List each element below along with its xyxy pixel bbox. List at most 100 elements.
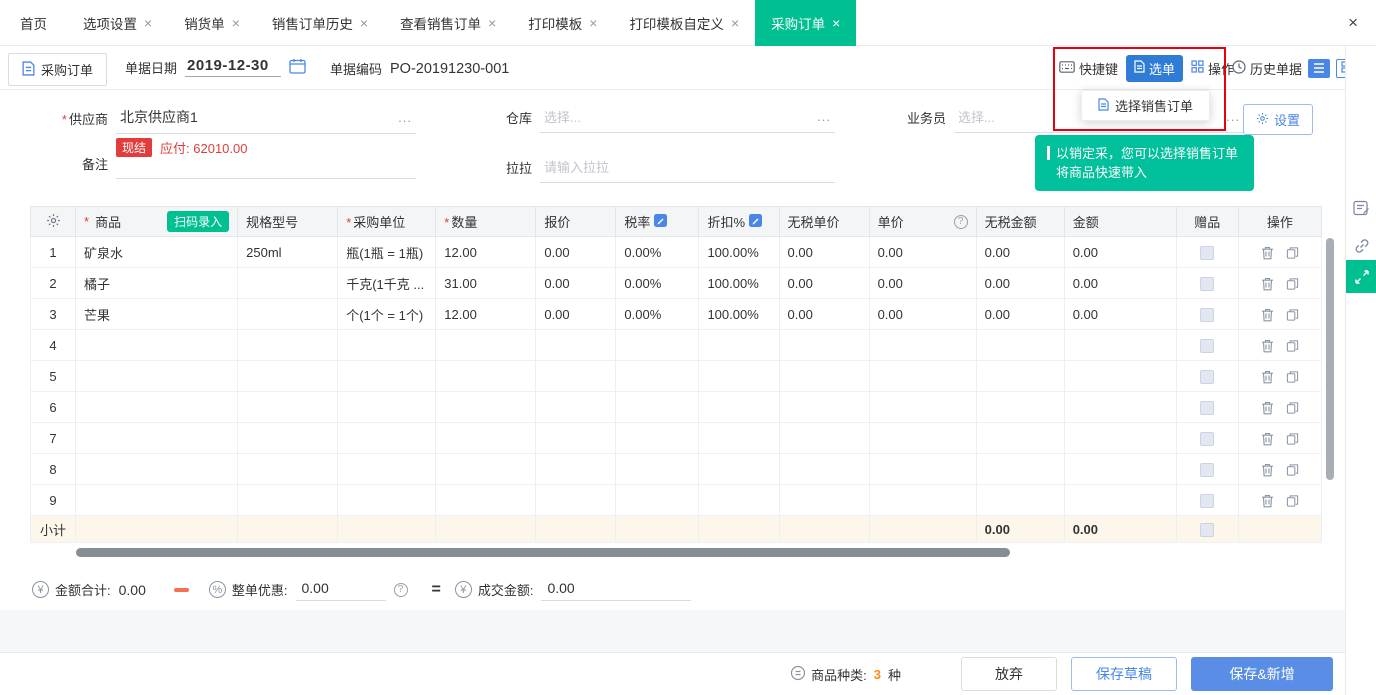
cell-spec[interactable] <box>237 391 339 423</box>
cell-discount[interactable] <box>698 484 780 516</box>
cell-spec[interactable] <box>237 484 339 516</box>
cell-tax[interactable] <box>615 453 700 485</box>
cell-spec[interactable] <box>237 267 339 299</box>
cell-quote[interactable] <box>535 453 617 485</box>
supplier-more-button[interactable]: ... <box>398 110 412 125</box>
cell-tax[interactable]: 0.00% <box>615 267 700 299</box>
vertical-scrollbar[interactable] <box>1326 238 1334 480</box>
remark-field[interactable] <box>116 169 416 179</box>
cell-price[interactable] <box>868 484 977 516</box>
copy-row-icon[interactable] <box>1286 432 1299 446</box>
scan-entry-button[interactable]: 扫码录入 <box>167 211 230 232</box>
shortcut-keys-button[interactable]: 快捷键 <box>1059 59 1118 78</box>
cell-spec[interactable] <box>237 329 339 361</box>
cell-product[interactable]: 矿泉水 <box>75 236 239 268</box>
delete-row-icon[interactable] <box>1261 463 1274 477</box>
cell-price[interactable] <box>868 360 977 392</box>
cell-discount[interactable] <box>698 360 780 392</box>
cell-spec[interactable] <box>237 298 339 330</box>
delete-row-icon[interactable] <box>1261 432 1274 446</box>
cell-qty[interactable]: 12.00 <box>435 236 537 268</box>
pick-order-button[interactable]: 选单 <box>1126 54 1184 82</box>
cell-spec[interactable]: 250ml <box>237 236 339 268</box>
cell-discount[interactable] <box>698 453 780 485</box>
tab-close-icon[interactable]: × <box>232 15 240 31</box>
cell-product[interactable] <box>75 360 239 392</box>
gift-checkbox[interactable] <box>1200 493 1215 508</box>
fullscreen-icon[interactable] <box>1346 260 1376 293</box>
order-discount-input[interactable]: 0.00 <box>295 578 386 601</box>
cell-unit[interactable] <box>337 422 437 454</box>
cell-quote[interactable]: 0.00 <box>535 267 617 299</box>
gift-checkbox[interactable] <box>1200 276 1215 291</box>
warehouse-field[interactable]: 选择... ... <box>540 104 835 133</box>
delete-row-icon[interactable] <box>1261 401 1274 415</box>
cell-tax[interactable]: 0.00% <box>615 298 700 330</box>
cell-unit[interactable] <box>337 453 437 485</box>
cell-price[interactable] <box>868 329 977 361</box>
cell-quote[interactable] <box>535 329 617 361</box>
cell-qty[interactable] <box>435 360 537 392</box>
copy-row-icon[interactable] <box>1286 246 1299 260</box>
column-settings-gear-icon[interactable] <box>29 206 77 237</box>
cell-quote[interactable] <box>535 391 617 423</box>
cell-quote[interactable] <box>535 484 617 516</box>
tab-close-icon[interactable]: × <box>360 15 368 31</box>
copy-row-icon[interactable] <box>1286 401 1299 415</box>
cell-notax-price[interactable] <box>778 453 870 485</box>
cell-tax[interactable] <box>615 484 700 516</box>
cell-notax-price[interactable] <box>778 391 870 423</box>
gift-checkbox[interactable] <box>1200 431 1215 446</box>
cell-qty[interactable]: 12.00 <box>435 298 537 330</box>
cell-unit[interactable]: 千克(1千克 ... <box>337 267 437 299</box>
delete-row-icon[interactable] <box>1261 339 1274 353</box>
batch-edit-icon[interactable] <box>654 213 668 230</box>
tab-打印模板自定义[interactable]: 打印模板自定义 × <box>613 0 755 46</box>
delete-row-icon[interactable] <box>1261 308 1274 322</box>
cell-tax[interactable] <box>615 422 700 454</box>
feedback-icon[interactable] <box>1346 194 1376 222</box>
cell-qty[interactable] <box>435 484 537 516</box>
cell-tax[interactable] <box>615 329 700 361</box>
tab-打印模板[interactable]: 打印模板 × <box>512 0 613 46</box>
cell-product[interactable]: 芒果 <box>75 298 239 330</box>
select-sales-order-menu-item[interactable]: 选择销售订单 <box>1081 90 1210 121</box>
gift-checkbox[interactable] <box>1200 522 1215 537</box>
cell-tax[interactable] <box>615 360 700 392</box>
tab-选项设置[interactable]: 选项设置 × <box>67 0 168 46</box>
cell-qty[interactable] <box>435 329 537 361</box>
cell-unit[interactable]: 个(1个 = 1个) <box>337 298 437 330</box>
save-and-new-button[interactable]: 保存&新增 <box>1191 657 1333 691</box>
gift-checkbox[interactable] <box>1200 338 1215 353</box>
gift-checkbox[interactable] <box>1200 245 1215 260</box>
tab-销售订单历史[interactable]: 销售订单历史 × <box>256 0 384 46</box>
copy-row-icon[interactable] <box>1286 339 1299 353</box>
gift-checkbox[interactable] <box>1200 400 1215 415</box>
cell-tax[interactable] <box>615 391 700 423</box>
delete-row-icon[interactable] <box>1261 370 1274 384</box>
cell-discount[interactable] <box>698 391 780 423</box>
cell-spec[interactable] <box>237 453 339 485</box>
copy-row-icon[interactable] <box>1286 308 1299 322</box>
cell-spec[interactable] <box>237 360 339 392</box>
discard-button[interactable]: 放弃 <box>961 657 1057 691</box>
list-view-toggle[interactable] <box>1308 58 1331 78</box>
copy-row-icon[interactable] <box>1286 277 1299 291</box>
cell-notax-price[interactable] <box>778 360 870 392</box>
tab-close-icon[interactable]: × <box>731 15 739 31</box>
help-question-icon[interactable]: ? <box>393 582 408 597</box>
tab-查看销售订单[interactable]: 查看销售订单 × <box>384 0 512 46</box>
close-all-icon[interactable]: × <box>1330 13 1376 33</box>
cell-qty[interactable] <box>435 391 537 423</box>
cell-price[interactable]: 0.00 <box>868 236 977 268</box>
copy-row-icon[interactable] <box>1286 463 1299 477</box>
cell-unit[interactable] <box>337 391 437 423</box>
cell-price[interactable] <box>868 453 977 485</box>
settings-button[interactable]: 设置 <box>1242 104 1313 135</box>
cell-quote[interactable] <box>535 422 617 454</box>
cell-tax[interactable]: 0.00% <box>615 236 700 268</box>
cell-quote[interactable]: 0.00 <box>535 236 617 268</box>
cell-spec[interactable] <box>237 422 339 454</box>
help-question-icon[interactable]: ? <box>953 214 968 229</box>
cell-price[interactable]: 0.00 <box>868 298 977 330</box>
